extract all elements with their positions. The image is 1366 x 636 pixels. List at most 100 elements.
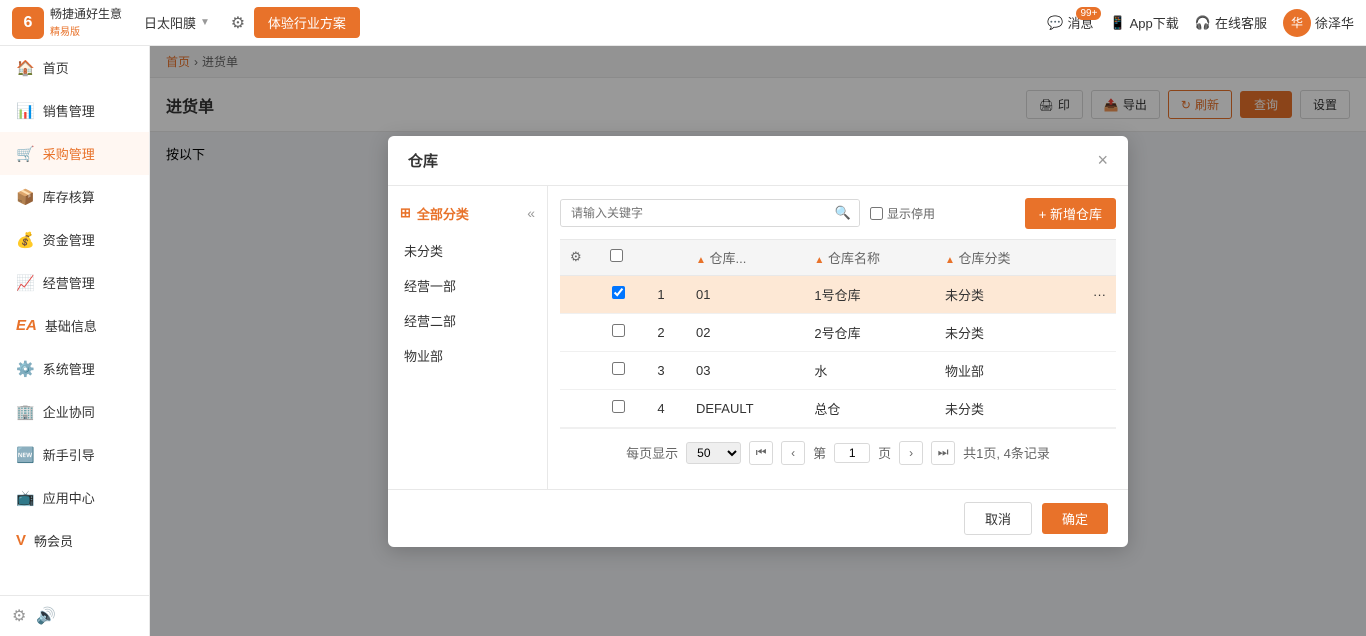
col-settings: ⚙ bbox=[560, 239, 600, 275]
sidebar-item-finance[interactable]: 💰 资金管理 bbox=[0, 218, 149, 261]
sidebar-item-inventory[interactable]: 📦 库存核算 bbox=[0, 175, 149, 218]
row-checkbox-cell bbox=[600, 275, 636, 313]
show-disabled-text: 显示停用 bbox=[887, 205, 935, 222]
category-item-ops2[interactable]: 经营二部 bbox=[388, 303, 547, 338]
last-page-btn[interactable]: ⏭ bbox=[931, 441, 955, 465]
search-icon[interactable]: 🔍 bbox=[827, 200, 859, 226]
appcenter-icon: 📺 bbox=[16, 489, 35, 507]
home-icon: 🏠 bbox=[16, 59, 35, 77]
page-number-input[interactable] bbox=[834, 443, 870, 463]
row-checkbox[interactable] bbox=[612, 286, 625, 299]
sidebar-item-enterprise[interactable]: 🏢 企业协同 bbox=[0, 390, 149, 433]
notification-item[interactable]: 💬 99+ 消息 bbox=[1047, 13, 1093, 32]
user-name: 徐泽华 bbox=[1315, 13, 1354, 32]
sidebar-item-operation[interactable]: 📈 经营管理 bbox=[0, 261, 149, 304]
layout: 🏠 首页 📊 销售管理 🛒 采购管理 📦 库存核算 💰 资金管理 📈 经营管理 … bbox=[0, 46, 1366, 636]
per-page-select[interactable]: 50 20 100 bbox=[686, 442, 741, 464]
row-more-actions[interactable] bbox=[1066, 351, 1116, 389]
category-all-item[interactable]: ⊞ 全部分类 bbox=[400, 204, 469, 223]
sidebar-item-home[interactable]: 🏠 首页 bbox=[0, 46, 149, 89]
row-category: 未分类 bbox=[935, 313, 1066, 351]
vip-icon: V bbox=[16, 532, 26, 549]
guide-icon: 🆕 bbox=[16, 446, 35, 464]
sidebar-item-basic[interactable]: EA 基础信息 bbox=[0, 304, 149, 347]
category-item-property[interactable]: 物业部 bbox=[388, 338, 547, 373]
confirm-button[interactable]: 确定 bbox=[1042, 503, 1108, 534]
table-row[interactable]: 3 03 水 物业部 bbox=[560, 351, 1116, 389]
sidebar-label-operation: 经营管理 bbox=[43, 273, 95, 292]
category-item-ops1[interactable]: 经营一部 bbox=[388, 268, 547, 303]
row-more-actions[interactable] bbox=[1066, 389, 1116, 427]
sidebar-item-sales[interactable]: 📊 销售管理 bbox=[0, 89, 149, 132]
row-number: 2 bbox=[636, 313, 686, 351]
search-input[interactable] bbox=[561, 201, 827, 225]
sales-icon: 📊 bbox=[16, 102, 35, 120]
modal-close-button[interactable]: × bbox=[1097, 150, 1108, 171]
next-page-btn[interactable]: › bbox=[899, 441, 923, 465]
row-checkbox-cell bbox=[600, 389, 636, 427]
modal-title: 仓库 bbox=[408, 150, 438, 171]
sidebar-sound-icon[interactable]: 🔊 bbox=[36, 606, 56, 626]
row-number: 1 bbox=[636, 275, 686, 313]
row-checkbox[interactable] bbox=[612, 362, 625, 375]
headphone-icon: 🎧 bbox=[1195, 15, 1211, 31]
avatar: 华 bbox=[1283, 9, 1311, 37]
show-disabled-checkbox[interactable] bbox=[870, 207, 883, 220]
row-name: 水 bbox=[804, 351, 935, 389]
row-code: 02 bbox=[686, 313, 804, 351]
sidebar-item-appcenter[interactable]: 📺 应用中心 bbox=[0, 476, 149, 519]
customer-service-item[interactable]: 🎧 在线客服 bbox=[1195, 13, 1267, 32]
sidebar-label-guide: 新手引导 bbox=[43, 445, 95, 464]
row-checkbox[interactable] bbox=[612, 324, 625, 337]
col-name-header: ▲ 仓库名称 bbox=[804, 239, 935, 275]
sidebar-item-vip[interactable]: V 畅会员 bbox=[0, 519, 149, 562]
sort-icon: ▲ bbox=[696, 255, 706, 266]
sidebar: 🏠 首页 📊 销售管理 🛒 采购管理 📦 库存核算 💰 资金管理 📈 经营管理 … bbox=[0, 46, 150, 636]
total-info: 共1页, 4条记录 bbox=[963, 443, 1050, 462]
user-profile[interactable]: 华 徐泽华 bbox=[1283, 9, 1354, 37]
category-collapse-icon[interactable]: « bbox=[527, 205, 535, 221]
logo-title: 畅捷通好生意 bbox=[50, 7, 122, 23]
row-more-actions[interactable] bbox=[1066, 313, 1116, 351]
sidebar-label-inventory: 库存核算 bbox=[43, 187, 95, 206]
row-settings bbox=[560, 275, 600, 313]
grid-icon: ⊞ bbox=[400, 205, 411, 221]
row-checkbox[interactable] bbox=[612, 400, 625, 413]
sidebar-label-home: 首页 bbox=[43, 58, 69, 77]
sidebar-label-finance: 资金管理 bbox=[43, 230, 95, 249]
cancel-button[interactable]: 取消 bbox=[964, 502, 1032, 535]
first-page-btn[interactable]: ⏮ bbox=[749, 441, 773, 465]
col-category-label: 仓库分类 bbox=[959, 251, 1011, 266]
category-panel: ⊞ 全部分类 « 未分类 经营一部 经营二部 物业部 bbox=[388, 186, 548, 489]
col-category-header: ▲ 仓库分类 bbox=[935, 239, 1066, 275]
store-selector[interactable]: 日太阳膜 ▼ bbox=[132, 13, 222, 32]
settings-gear-icon[interactable]: ⚙ bbox=[222, 7, 254, 39]
sidebar-item-guide[interactable]: 🆕 新手引导 bbox=[0, 433, 149, 476]
prev-page-btn[interactable]: ‹ bbox=[781, 441, 805, 465]
table-row[interactable]: 4 DEFAULT 总仓 未分类 bbox=[560, 389, 1116, 427]
row-checkbox-cell bbox=[600, 313, 636, 351]
col-actions-header bbox=[1066, 239, 1116, 275]
warehouse-modal: 仓库 × ⊞ 全部分类 « 未分类 bbox=[388, 136, 1128, 547]
sidebar-item-purchase[interactable]: 🛒 采购管理 bbox=[0, 132, 149, 175]
modal-header: 仓库 × bbox=[388, 136, 1128, 186]
table-row[interactable]: 2 02 2号仓库 未分类 bbox=[560, 313, 1116, 351]
trial-button[interactable]: 体验行业方案 bbox=[254, 7, 360, 38]
row-more-actions[interactable]: ··· bbox=[1066, 275, 1116, 313]
col-num bbox=[636, 239, 686, 275]
row-name: 2号仓库 bbox=[804, 313, 935, 351]
store-name: 日太阳膜 bbox=[144, 13, 196, 32]
sidebar-settings-icon[interactable]: ⚙ bbox=[12, 606, 26, 626]
row-checkbox-cell bbox=[600, 351, 636, 389]
pagination: 每页显示 50 20 100 ⏮ ‹ 第 页 › bbox=[560, 428, 1116, 477]
add-warehouse-button[interactable]: + 新增仓库 bbox=[1025, 198, 1116, 229]
sidebar-item-system[interactable]: ⚙️ 系统管理 bbox=[0, 347, 149, 390]
search-box: 🔍 bbox=[560, 199, 860, 227]
modal-footer: 取消 确定 bbox=[388, 489, 1128, 547]
logo-text-wrap: 畅捷通好生意 精易版 bbox=[50, 7, 122, 38]
table-row[interactable]: 1 01 1号仓库 未分类 ··· bbox=[560, 275, 1116, 313]
category-item-unclassified[interactable]: 未分类 bbox=[388, 233, 547, 268]
select-all-checkbox[interactable] bbox=[610, 249, 623, 262]
app-download-item[interactable]: 📱 App下载 bbox=[1109, 13, 1178, 32]
page-label: 第 bbox=[813, 443, 826, 462]
